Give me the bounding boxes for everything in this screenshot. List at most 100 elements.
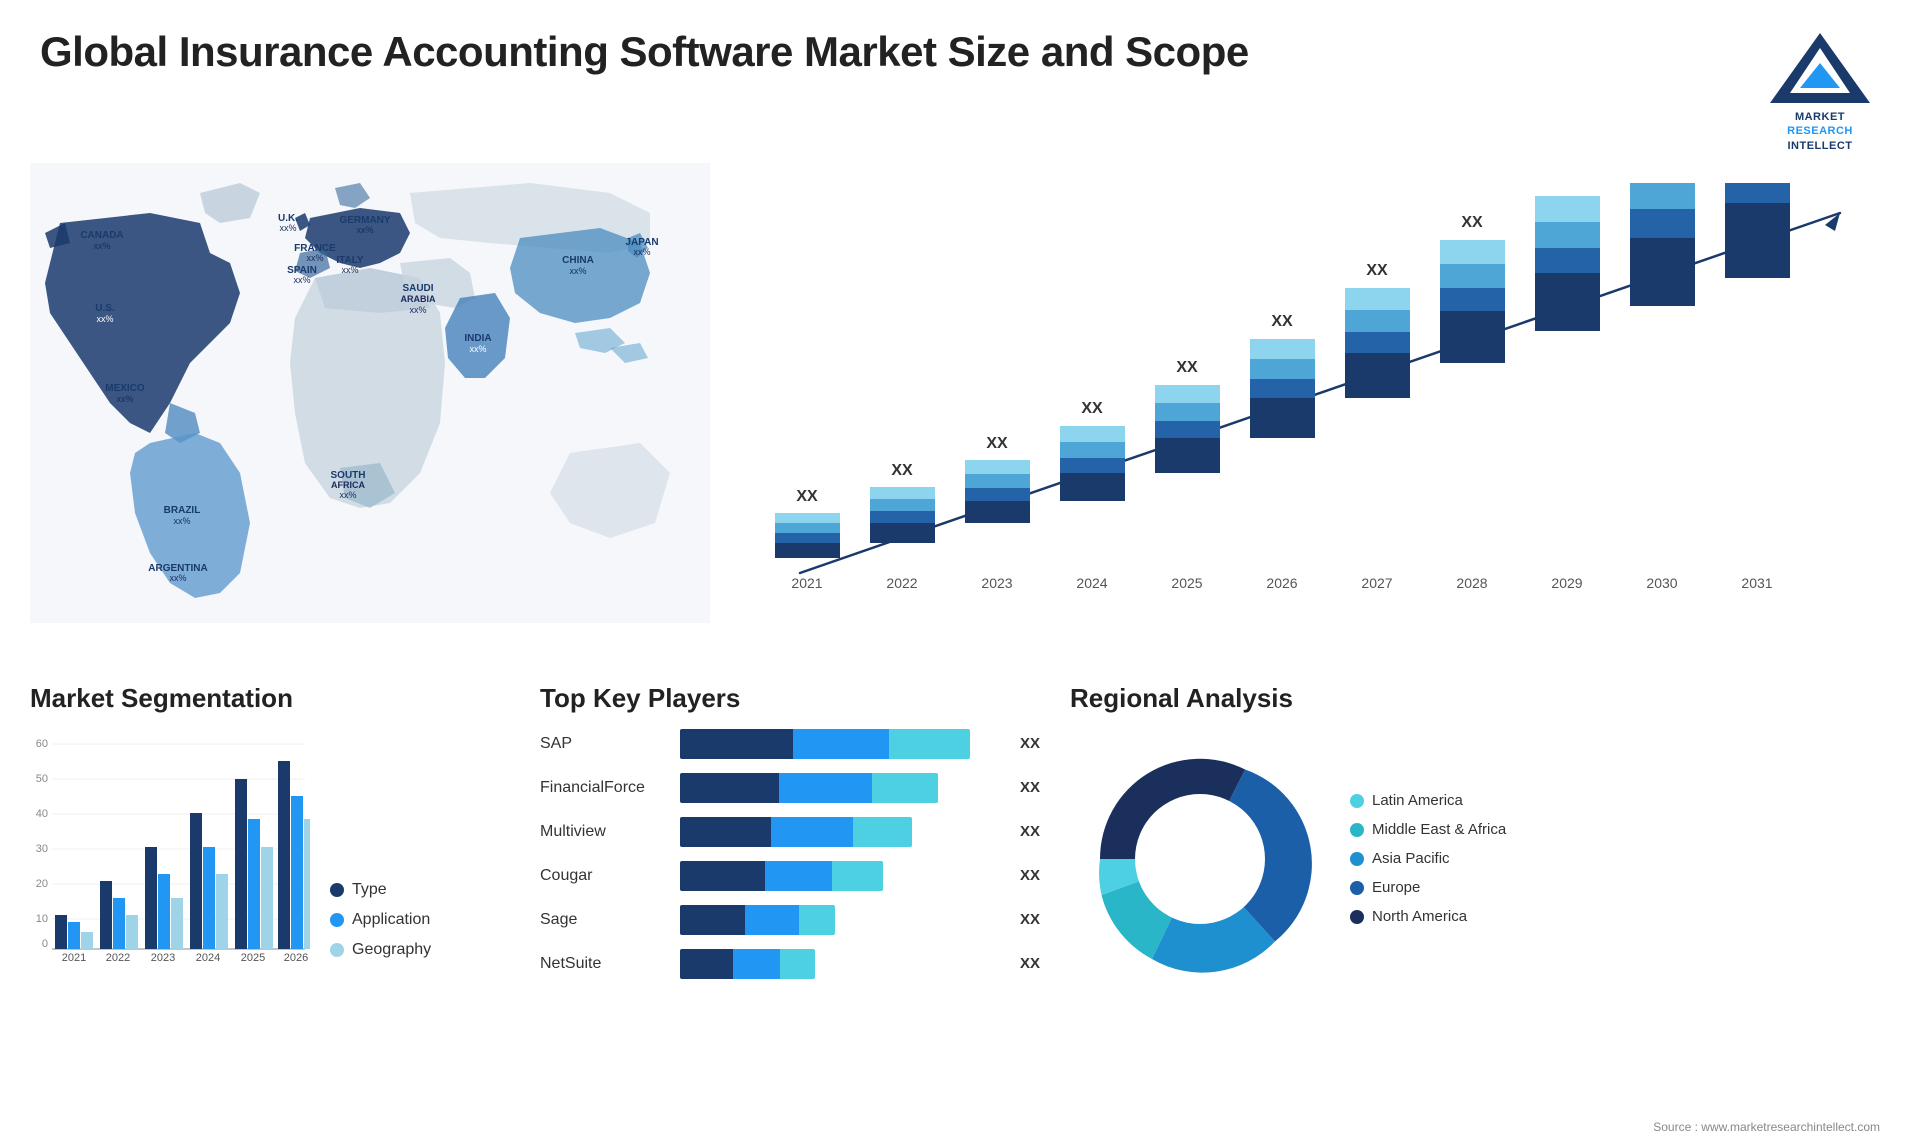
legend-application: Application [330,911,431,929]
logo: MARKET RESEARCH INTELLECT [1760,28,1880,153]
player-ff-bar [680,773,1002,803]
svg-text:xx%: xx% [173,516,190,526]
svg-text:MEXICO: MEXICO [105,383,145,394]
regional-legend: Latin America Middle East & Africa Asia … [1350,792,1506,925]
legend-application-dot [330,913,344,927]
player-sap-name: SAP [540,735,670,753]
world-map: CANADA xx% U.S. xx% MEXICO xx% BRAZIL xx… [30,163,710,623]
player-ns-bar [680,949,1002,979]
svg-text:XX: XX [891,462,913,479]
player-sap-bar [680,729,1002,759]
player-ns-name: NetSuite [540,955,670,973]
svg-text:xx%: xx% [633,247,650,257]
svg-text:xx%: xx% [116,394,133,404]
svg-text:XX: XX [986,435,1008,452]
legend-type-dot [330,883,344,897]
bar-chart-section: XX 2021 XX 2022 XX 2023 [730,163,1890,643]
player-mv-bar [680,817,1002,847]
svg-text:xx%: xx% [341,265,358,275]
svg-text:0: 0 [42,938,48,950]
player-cougar: Cougar XX [540,861,1040,891]
svg-text:60: 60 [36,738,48,750]
svg-text:XX: XX [1556,183,1578,187]
label-europe: Europe [1372,879,1420,896]
regional-section: Regional Analysis [1070,683,1890,989]
players-title: Top Key Players [540,683,1040,714]
player-sg-name: Sage [540,911,670,929]
logo-text-line1: MARKET [1795,111,1845,123]
logo-text-line2: RESEARCH [1787,125,1853,137]
svg-text:AFRICA: AFRICA [331,480,365,490]
svg-text:30: 30 [36,843,48,855]
segmentation-legend: Type Application Geography [330,881,431,979]
segmentation-section: Market Segmentation 60 50 40 30 20 10 0 [30,683,510,989]
svg-text:xx%: xx% [169,573,186,583]
svg-text:2030: 2030 [1646,575,1677,591]
svg-text:xx%: xx% [93,241,110,251]
svg-text:xx%: xx% [469,344,486,354]
players-list: SAP XX FinancialForce [540,729,1040,979]
svg-text:xx%: xx% [356,225,373,235]
players-section: Top Key Players SAP XX FinancialForce [540,683,1040,989]
svg-text:2023: 2023 [981,575,1012,591]
svg-text:xx%: xx% [569,266,586,276]
main-content: CANADA xx% U.S. xx% MEXICO xx% BRAZIL xx… [0,163,1920,663]
legend-asia-pacific: Asia Pacific [1350,850,1506,867]
svg-text:INDIA: INDIA [464,333,491,344]
label-north-america: North America [1372,908,1467,925]
regional-content: Latin America Middle East & Africa Asia … [1070,729,1890,989]
player-ff-value: XX [1020,779,1040,796]
bar-chart-container: XX 2021 XX 2022 XX 2023 [730,183,1890,623]
donut-chart [1070,729,1330,989]
svg-text:2021: 2021 [62,952,86,964]
header: Global Insurance Accounting Software Mar… [0,0,1920,163]
svg-text:XX: XX [1081,400,1103,417]
svg-text:2028: 2028 [1456,575,1487,591]
legend-type: Type [330,881,431,899]
legend-mea: Middle East & Africa [1350,821,1506,838]
player-sap-value: XX [1020,735,1040,752]
svg-text:U.S.: U.S. [95,303,115,314]
svg-text:20: 20 [36,878,48,890]
player-mv-value: XX [1020,823,1040,840]
svg-text:xx%: xx% [96,314,113,324]
svg-text:2029: 2029 [1551,575,1582,591]
svg-text:2027: 2027 [1361,575,1392,591]
label-latin-america: Latin America [1372,792,1463,809]
svg-text:2024: 2024 [196,952,220,964]
svg-text:50: 50 [36,773,48,785]
player-ff-name: FinancialForce [540,779,670,797]
svg-text:BRAZIL: BRAZIL [164,505,201,516]
svg-text:2031: 2031 [1741,575,1772,591]
label-asia-pacific: Asia Pacific [1372,850,1450,867]
svg-text:ARABIA: ARABIA [401,294,436,304]
player-sage: Sage XX [540,905,1040,935]
svg-text:XX: XX [796,488,818,505]
svg-text:2025: 2025 [1171,575,1202,591]
dot-latin-america [1350,794,1364,808]
player-financialforce: FinancialForce XX [540,773,1040,803]
svg-text:2021: 2021 [791,575,822,591]
regional-title: Regional Analysis [1070,683,1890,714]
player-netsuite: NetSuite XX [540,949,1040,979]
svg-text:xx%: xx% [409,305,426,315]
logo-text-line3: INTELLECT [1787,140,1852,152]
svg-text:2026: 2026 [1266,575,1297,591]
svg-text:xx%: xx% [339,490,356,500]
dot-asia-pacific [1350,852,1364,866]
legend-geography-label: Geography [352,941,431,959]
legend-europe: Europe [1350,879,1506,896]
svg-text:CHINA: CHINA [562,255,594,266]
svg-text:SAUDI: SAUDI [402,283,433,294]
segmentation-title: Market Segmentation [30,683,510,714]
svg-text:XX: XX [1366,262,1388,279]
bottom-area: Market Segmentation 60 50 40 30 20 10 0 [0,673,1920,999]
dot-north-america [1350,910,1364,924]
svg-text:10: 10 [36,913,48,925]
svg-text:2022: 2022 [886,575,917,591]
svg-text:xx%: xx% [279,223,296,233]
bar-chart-svg: XX 2021 XX 2022 XX 2023 [730,183,1890,613]
legend-latin-america: Latin America [1350,792,1506,809]
segmentation-content: 60 50 40 30 20 10 0 2021 [30,729,510,979]
world-map-section: CANADA xx% U.S. xx% MEXICO xx% BRAZIL xx… [30,163,710,643]
